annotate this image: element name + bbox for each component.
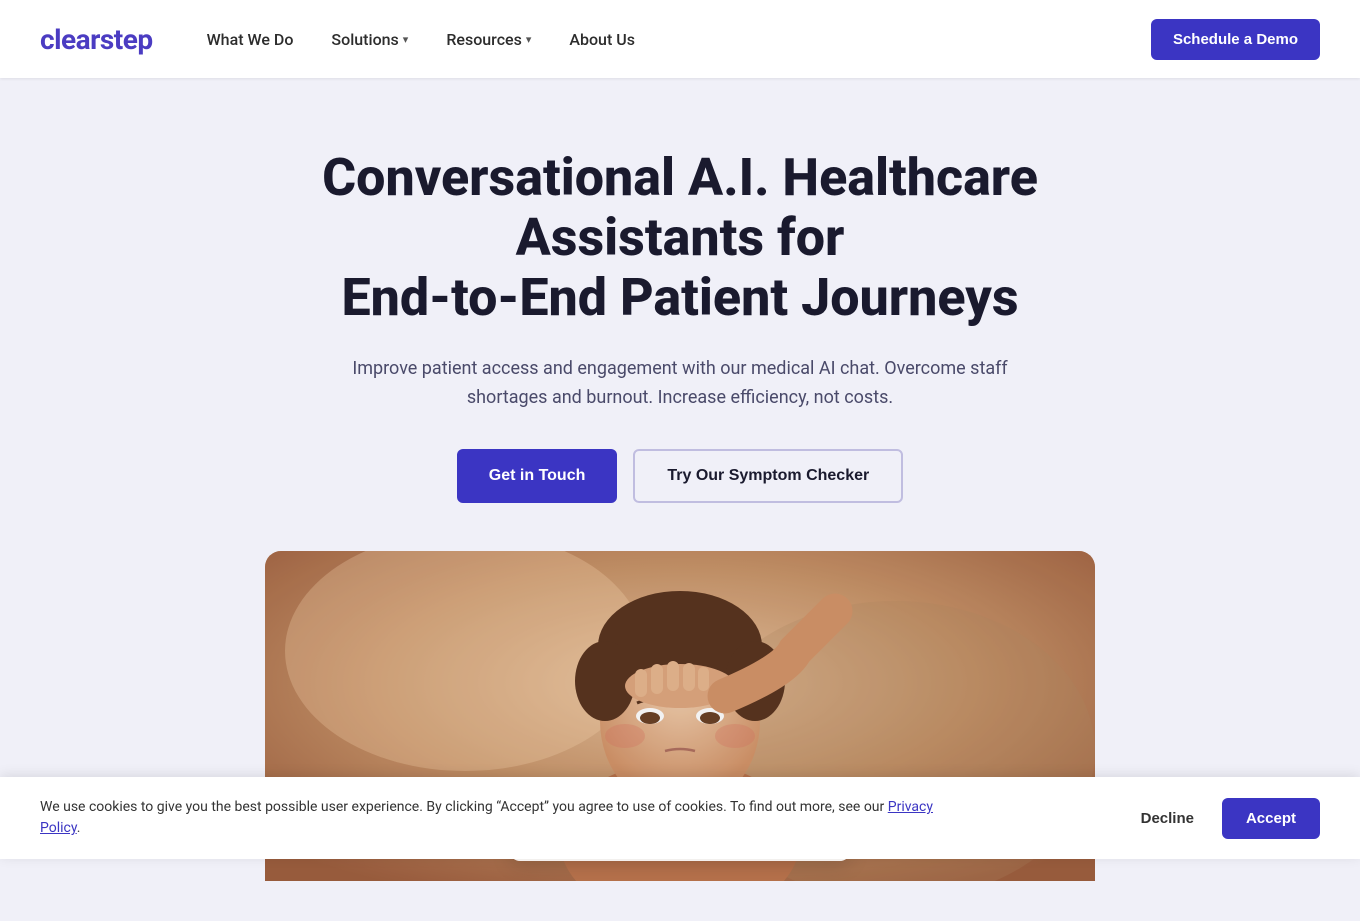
nav-item-resources[interactable]: Resources ▾ xyxy=(432,22,545,57)
hero-title: Conversational A.I. Healthcare Assistant… xyxy=(230,148,1130,327)
accept-button[interactable]: Accept xyxy=(1222,798,1320,839)
chevron-down-icon: ▾ xyxy=(526,33,532,46)
cookie-banner: We use cookies to give you the best poss… xyxy=(0,777,1360,859)
chevron-down-icon: ▾ xyxy=(403,33,409,46)
cookie-message: We use cookies to give you the best poss… xyxy=(40,797,940,839)
get-in-touch-button[interactable]: Get in Touch xyxy=(457,449,618,503)
nav-item-what-we-do[interactable]: What We Do xyxy=(193,22,308,57)
logo[interactable]: clearstep xyxy=(40,23,153,56)
nav-item-about-us[interactable]: About Us xyxy=(555,22,649,57)
decline-button[interactable]: Decline xyxy=(1125,800,1210,837)
nav-item-solutions[interactable]: Solutions ▾ xyxy=(317,22,422,57)
schedule-demo-button[interactable]: Schedule a Demo xyxy=(1151,19,1320,60)
cookie-buttons: Decline Accept xyxy=(1125,798,1320,839)
nav-left: clearstep What We Do Solutions ▾ Resourc… xyxy=(40,22,649,57)
nav-links: What We Do Solutions ▾ Resources ▾ About… xyxy=(193,22,649,57)
try-symptom-checker-button[interactable]: Try Our Symptom Checker xyxy=(633,449,903,503)
navigation: clearstep What We Do Solutions ▾ Resourc… xyxy=(0,0,1360,78)
hero-subtitle: Improve patient access and engagement wi… xyxy=(320,355,1040,413)
hero-buttons: Get in Touch Try Our Symptom Checker xyxy=(40,449,1320,503)
